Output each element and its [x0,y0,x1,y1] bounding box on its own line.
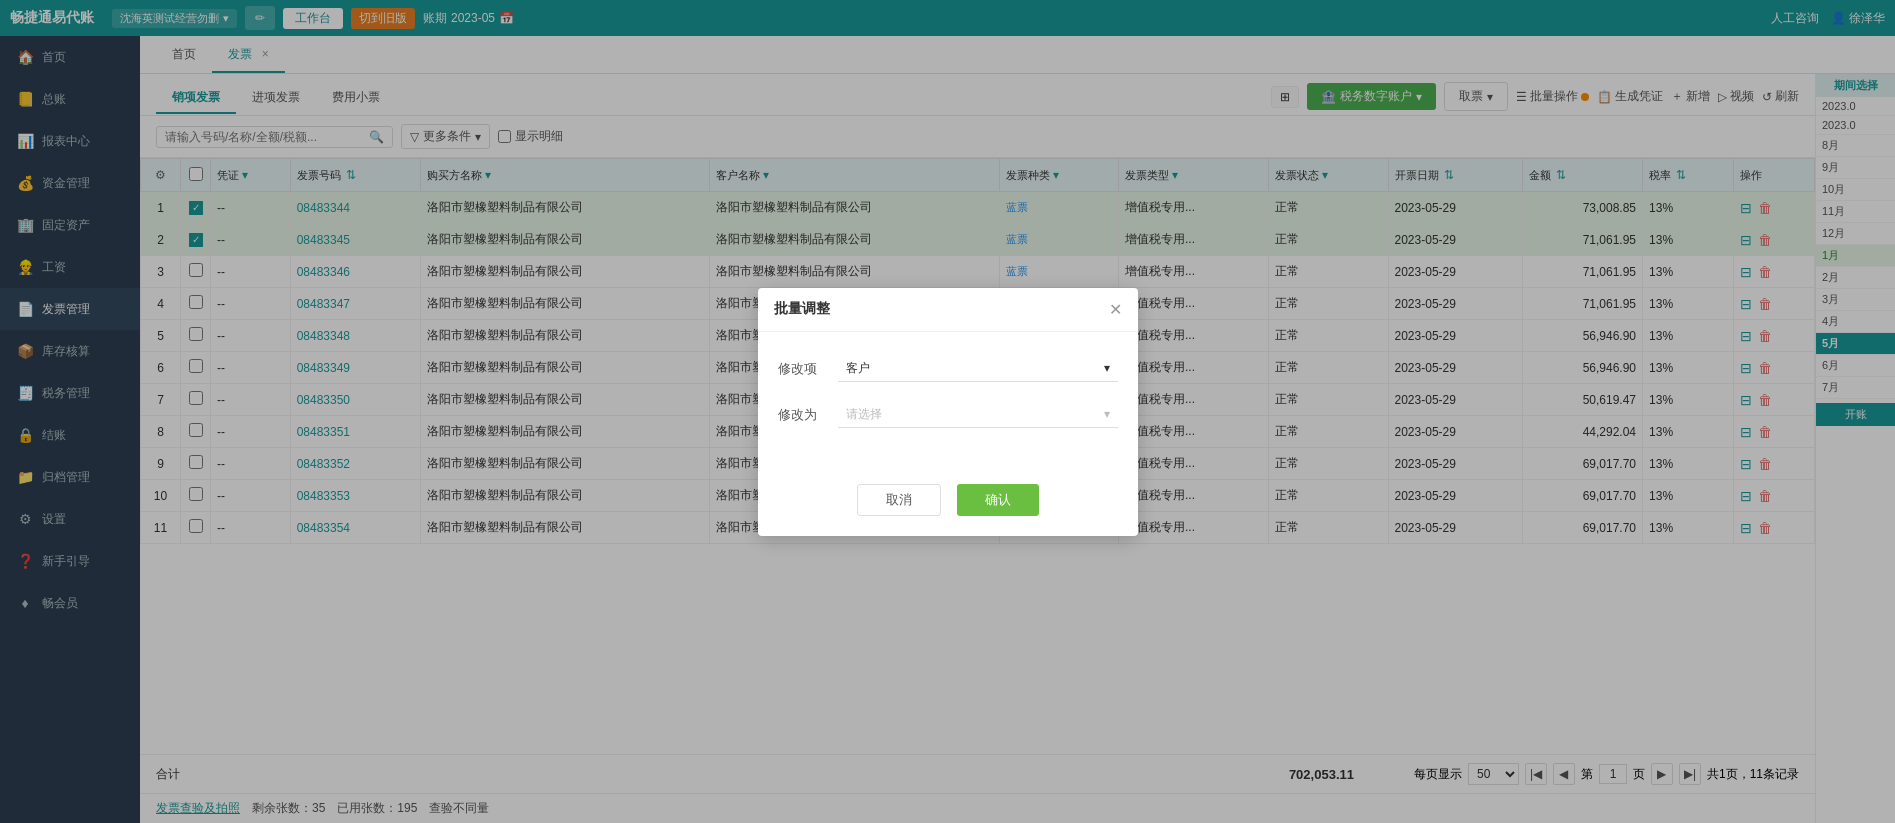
batch-adjust-modal: 批量调整 ✕ 修改项 客户 ▾ 修改为 请选择 ▾ 取消 确认 [758,288,1138,536]
modify-field-row: 修改项 客户 ▾ [778,356,1118,382]
modal-overlay[interactable]: 批量调整 ✕ 修改项 客户 ▾ 修改为 请选择 ▾ 取消 确认 [0,0,1895,823]
modify-field-select[interactable]: 客户 ▾ [838,356,1118,382]
modal-header: 批量调整 ✕ [758,288,1138,332]
to-dropdown-icon: ▾ [1104,407,1110,421]
modify-to-placeholder: 请选择 [846,406,882,423]
modify-field-label: 修改项 [778,360,838,378]
field-dropdown-icon: ▾ [1104,361,1110,375]
modal-body: 修改项 客户 ▾ 修改为 请选择 ▾ [758,332,1138,472]
modify-to-select[interactable]: 请选择 ▾ [838,402,1118,428]
modify-to-label: 修改为 [778,406,838,424]
modify-to-row: 修改为 请选择 ▾ [778,402,1118,428]
modal-footer: 取消 确认 [758,472,1138,536]
modal-confirm-btn[interactable]: 确认 [957,484,1039,516]
modify-field-value: 客户 [846,360,870,377]
modal-title: 批量调整 [774,300,830,318]
modal-cancel-btn[interactable]: 取消 [857,484,941,516]
modal-close-btn[interactable]: ✕ [1109,300,1122,319]
